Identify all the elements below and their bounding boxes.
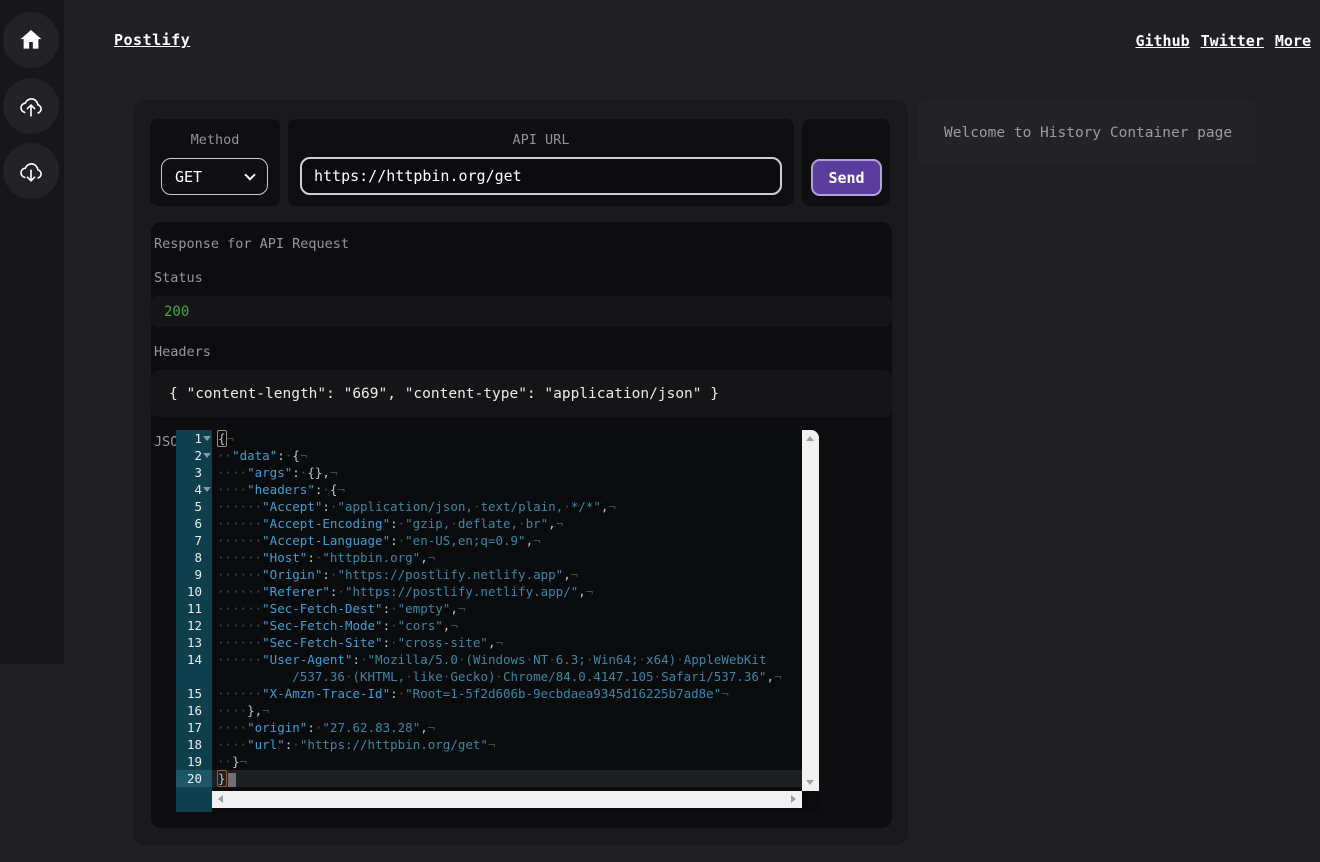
headers-value: { "content-length": "669", "content-type…	[151, 370, 892, 417]
url-label: API URL	[512, 132, 570, 148]
code-line[interactable]: {¬	[212, 430, 802, 447]
gutter-line-number[interactable]: 17	[176, 719, 212, 736]
code-line[interactable]: ······"Accept-Language":·"en-US,en;q=0.9…	[212, 532, 802, 549]
nav-link-twitter[interactable]: Twitter	[1201, 32, 1264, 50]
method-label: Method	[190, 132, 240, 148]
method-card: Method GET	[150, 119, 280, 206]
gutter-line-number[interactable]: 3	[176, 464, 212, 481]
home-button[interactable]	[3, 12, 59, 68]
gutter-line-number[interactable]: 18	[176, 736, 212, 753]
code-line[interactable]: ······"Sec-Fetch-Mode":·"cors",¬	[212, 617, 802, 634]
brand-link[interactable]: Postlify	[114, 31, 190, 49]
code-line[interactable]: ····"url":·"https://httpbin.org/get"¬	[212, 736, 802, 753]
gutter-line-number[interactable]: 13	[176, 634, 212, 651]
gutter-line-number[interactable]: 2	[176, 447, 212, 464]
top-nav: Github Twitter More	[1135, 32, 1311, 50]
home-icon	[18, 27, 44, 53]
code-line[interactable]: ······"X-Amzn-Trace-Id":·"Root=1-5f2d606…	[212, 685, 802, 702]
code-line[interactable]: ····},¬	[212, 702, 802, 719]
code-line[interactable]: ······"Accept-Encoding":·"gzip,·deflate,…	[212, 515, 802, 532]
editor-code[interactable]: {¬ ··"data":·{¬ ····"args":·{},¬ ····"heade…	[212, 430, 802, 791]
cloud-upload-icon	[18, 93, 44, 119]
scroll-left-arrow-icon[interactable]	[218, 795, 223, 803]
code-line-wrap[interactable]: /537.36·(KHTML,·like·Gecko)·Chrome/84.0.…	[212, 668, 802, 685]
gutter-line-number[interactable]: 6	[176, 515, 212, 532]
editor-vscrollbar[interactable]	[802, 430, 819, 791]
gutter-line-number[interactable]	[176, 668, 212, 685]
sidebar	[0, 0, 64, 664]
code-line[interactable]: ······"Referer":·"https://postlify.netli…	[212, 583, 802, 600]
gutter-line-number[interactable]: 4	[176, 481, 212, 498]
gutter-line-number[interactable]: 8	[176, 549, 212, 566]
fold-arrow-icon[interactable]	[203, 436, 211, 441]
history-panel: Welcome to History Container page	[918, 100, 1257, 166]
code-line[interactable]: ······"User-Agent":·"Mozilla/5.0·(Window…	[212, 651, 802, 668]
nav-link-github[interactable]: Github	[1135, 32, 1189, 50]
code-line[interactable]: ······"Sec-Fetch-Site":·"cross-site",¬	[212, 634, 802, 651]
json-editor[interactable]: 1 2 3 4 5 6 7 8 9 10 11 12 13 14 15 16 17 18 19 20 {¬ ··"dat…	[176, 430, 819, 812]
send-button[interactable]: Send	[811, 159, 882, 196]
fold-arrow-icon[interactable]	[203, 487, 211, 492]
request-panel: Method GET API URL Send Response for API…	[133, 100, 908, 845]
upload-button[interactable]	[3, 78, 59, 134]
gutter-line-number[interactable]: 11	[176, 600, 212, 617]
editor-gutter: 1 2 3 4 5 6 7 8 9 10 11 12 13 14 15 16 17 18 19 20	[176, 430, 212, 812]
gutter-line-number[interactable]: 15	[176, 685, 212, 702]
code-line[interactable]: ····"headers":·{¬	[212, 481, 802, 498]
cloud-download-icon	[18, 158, 44, 184]
code-line[interactable]: ··"data":·{¬	[212, 447, 802, 464]
response-title: Response for API Request	[154, 236, 350, 252]
gutter-line-number[interactable]: 9	[176, 566, 212, 583]
url-card: API URL	[288, 119, 794, 206]
headers-label: Headers	[154, 344, 211, 360]
scroll-right-arrow-icon[interactable]	[791, 795, 796, 803]
api-url-input[interactable]	[300, 157, 782, 195]
status-value: 200	[151, 296, 892, 327]
response-section: Response for API Request Status 200 Head…	[151, 222, 892, 828]
code-line[interactable]: ····"args":·{},¬	[212, 464, 802, 481]
method-selected-value: GET	[175, 167, 203, 186]
code-line[interactable]: ····"origin":·"27.62.83.28",¬	[212, 719, 802, 736]
app-root: Postlify Github Twitter More Method GET …	[0, 0, 1320, 862]
code-line[interactable]: ······"Accept":·"application/json,·text/…	[212, 498, 802, 515]
code-line[interactable]: ······"Sec-Fetch-Dest":·"empty",¬	[212, 600, 802, 617]
send-card: Send	[802, 119, 890, 206]
scroll-up-arrow-icon[interactable]	[806, 436, 814, 441]
gutter-line-number[interactable]: 19	[176, 753, 212, 770]
download-button[interactable]	[3, 143, 59, 199]
status-label: Status	[154, 270, 203, 286]
gutter-line-number[interactable]: 5	[176, 498, 212, 515]
gutter-line-number[interactable]: 10	[176, 583, 212, 600]
gutter-line-number[interactable]: 1	[176, 430, 212, 447]
nav-link-more[interactable]: More	[1275, 32, 1311, 50]
code-line[interactable]: ······"Origin":·"https://postlify.netlif…	[212, 566, 802, 583]
fold-arrow-icon[interactable]	[203, 453, 211, 458]
gutter-line-number[interactable]: 14	[176, 651, 212, 668]
gutter-line-number[interactable]: 20	[176, 770, 212, 787]
code-line[interactable]: }	[212, 770, 802, 787]
gutter-line-number[interactable]: 16	[176, 702, 212, 719]
code-line[interactable]: ··}¬	[212, 753, 802, 770]
chevron-down-icon	[244, 168, 256, 181]
scroll-down-arrow-icon[interactable]	[806, 780, 814, 785]
gutter-line-number[interactable]: 12	[176, 617, 212, 634]
editor-hscrollbar[interactable]	[212, 791, 802, 808]
code-line[interactable]: ······"Host":·"httpbin.org",¬	[212, 549, 802, 566]
gutter-line-number[interactable]: 7	[176, 532, 212, 549]
method-select[interactable]: GET	[161, 158, 268, 195]
history-message: Welcome to History Container page	[944, 125, 1233, 141]
